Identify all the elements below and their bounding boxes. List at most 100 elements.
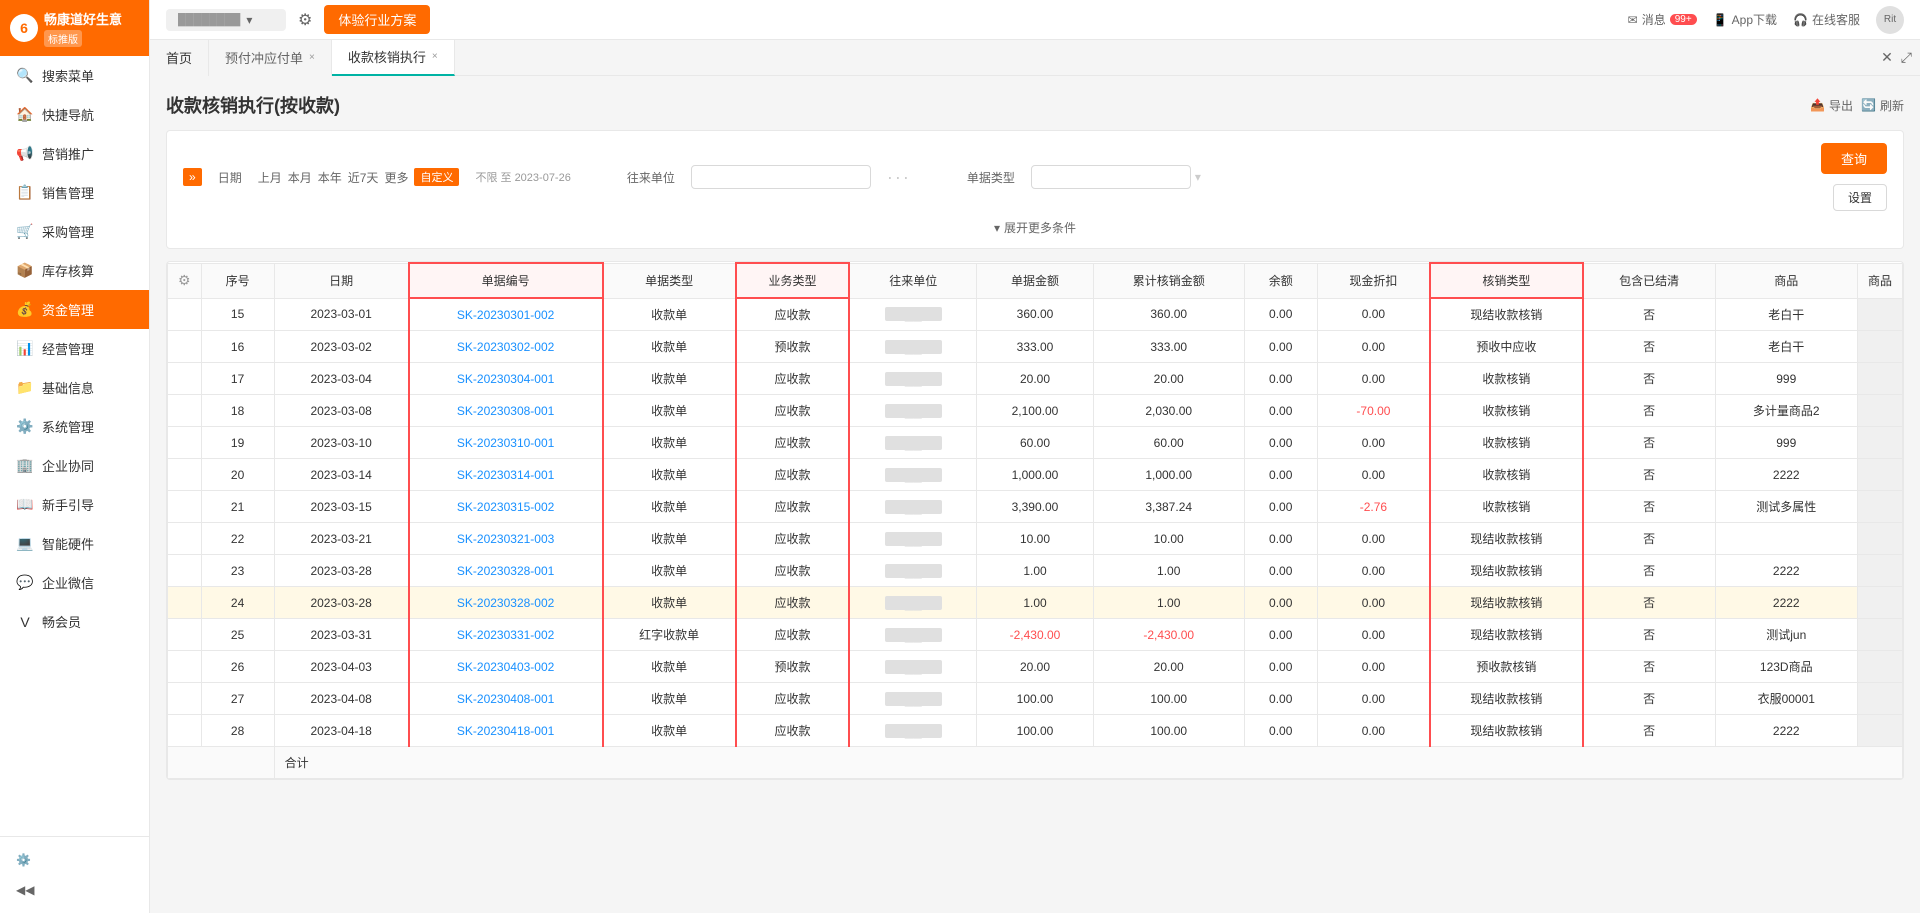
bill-no-link-6[interactable]: SK-20230315-002: [457, 500, 554, 514]
sidebar-item-wechat[interactable]: 💬企业微信: [0, 563, 149, 602]
bill-no-link-13[interactable]: SK-20230418-001: [457, 724, 554, 738]
cell-biz-type-8: 应收款: [736, 555, 850, 587]
cell-no-12: 27: [201, 683, 274, 715]
cell-partner-9: ██: [849, 587, 976, 619]
receipt-type-input[interactable]: [1031, 165, 1191, 189]
table-footer-row: 合计: [168, 747, 1903, 779]
bill-no-link-4[interactable]: SK-20230310-001: [457, 436, 554, 450]
sidebar-item-operations[interactable]: 📊经营管理: [0, 329, 149, 368]
workspace-selector[interactable]: ████████ ▾: [166, 9, 286, 31]
last-7days-btn[interactable]: 近7天: [348, 169, 379, 186]
sidebar-item-hardware[interactable]: 💻智能硬件: [0, 524, 149, 563]
cell-balance-5: 0.00: [1244, 459, 1317, 491]
receipt-type-filter-label: 单据类型: [967, 169, 1015, 186]
sidebar-item-basics[interactable]: 📁基础信息: [0, 368, 149, 407]
cell-amount-8: 1.00: [977, 555, 1093, 587]
sidebar-item-marketing[interactable]: 📢营销推广: [0, 134, 149, 173]
page-content: 收款核销执行(按收款) 📤 导出 🔄 刷新 » 日期 上月 本月: [150, 76, 1920, 913]
cell-date-5: 2023-03-14: [274, 459, 409, 491]
bill-no-link-10[interactable]: SK-20230331-002: [457, 628, 554, 642]
tab-close-collection[interactable]: ×: [432, 51, 438, 62]
cell-gear-3: [168, 395, 202, 427]
cell-gear-8: [168, 555, 202, 587]
bill-no-link-8[interactable]: SK-20230328-001: [457, 564, 554, 578]
bill-no-link-3[interactable]: SK-20230308-001: [457, 404, 554, 418]
bill-no-link-12[interactable]: SK-20230408-001: [457, 692, 554, 706]
sidebar-item-label-finance: 资金管理: [42, 300, 94, 319]
online-service-button[interactable]: 🎧 在线客服: [1793, 11, 1860, 28]
sidebar-item-system[interactable]: ⚙️系统管理: [0, 407, 149, 446]
bill-no-link-9[interactable]: SK-20230328-002: [457, 596, 554, 610]
user-avatar[interactable]: Rit: [1876, 6, 1904, 34]
table-row: 18 2023-03-08 SK-20230308-001 收款单 应收款 ██…: [168, 395, 1903, 427]
bill-no-link-5[interactable]: SK-20230314-001: [457, 468, 554, 482]
cell-balance-9: 0.00: [1244, 587, 1317, 619]
cell-bill-no-13: SK-20230418-001: [409, 715, 603, 747]
sidebar-nav: 🔍搜索菜单🏠快捷导航📢营销推广📋销售管理🛒采购管理📦库存核算💰资金管理📊经营管理…: [0, 56, 149, 641]
cell-cash-discount-4: 0.00: [1317, 427, 1430, 459]
tab-close-prepayment[interactable]: ×: [309, 52, 315, 63]
cell-written-off-13: 100.00: [1093, 715, 1244, 747]
sidebar-item-inventory[interactable]: 📦库存核算: [0, 251, 149, 290]
filter-settings-button[interactable]: 设置: [1833, 184, 1887, 211]
bill-no-link-1[interactable]: SK-20230302-002: [457, 340, 554, 354]
sidebar-collapse[interactable]: ◀◀: [0, 875, 149, 905]
sidebar-item-enterprise[interactable]: 🏢企业协同: [0, 446, 149, 485]
cell-amount-0: 360.00: [977, 298, 1093, 331]
cell-product2-2: [1857, 363, 1902, 395]
cell-product-0: 老白干: [1715, 298, 1857, 331]
filter-expand-button[interactable]: »: [183, 168, 202, 186]
sidebar-item-quicknav[interactable]: 🏠快捷导航: [0, 95, 149, 134]
cell-date-12: 2023-04-08: [274, 683, 409, 715]
cell-bill-no-11: SK-20230403-002: [409, 651, 603, 683]
industry-solution-button[interactable]: 体验行业方案: [324, 5, 430, 34]
sidebar-item-search[interactable]: 🔍搜索菜单: [0, 56, 149, 95]
cell-date-2: 2023-03-04: [274, 363, 409, 395]
expand-more-button[interactable]: ▾ 展开更多条件: [994, 219, 1076, 236]
cell-no-8: 23: [201, 555, 274, 587]
bill-no-link-2[interactable]: SK-20230304-001: [457, 372, 554, 386]
sidebar-item-finance[interactable]: 💰资金管理: [0, 290, 149, 329]
column-settings-icon[interactable]: ⚙: [178, 272, 191, 288]
sidebar-item-member[interactable]: V畅会员: [0, 602, 149, 641]
query-button[interactable]: 查询: [1821, 143, 1887, 174]
partner-input[interactable]: [691, 165, 871, 189]
cell-biz-type-10: 应收款: [736, 619, 850, 651]
this-month-btn[interactable]: 本月: [288, 169, 312, 186]
cell-partner-3: ██: [849, 395, 976, 427]
bill-no-link-11[interactable]: SK-20230403-002: [457, 660, 554, 674]
cell-product-4: 999: [1715, 427, 1857, 459]
table-row: 23 2023-03-28 SK-20230328-001 收款单 应收款 ██…: [168, 555, 1903, 587]
sidebar-item-guide[interactable]: 📖新手引导: [0, 485, 149, 524]
sidebar-item-label-operations: 经营管理: [42, 339, 94, 358]
sidebar-item-label-hardware: 智能硬件: [42, 534, 94, 553]
cell-date-0: 2023-03-01: [274, 298, 409, 331]
close-tab-button[interactable]: ✕: [1881, 49, 1893, 66]
tab-label-collection: 收款核销执行: [348, 47, 426, 66]
sidebar-settings[interactable]: ⚙️: [0, 845, 149, 875]
bill-no-link-7[interactable]: SK-20230321-003: [457, 532, 554, 546]
expand-tab-button[interactable]: ⤢: [1901, 49, 1912, 66]
message-button[interactable]: ✉ 消息 99+: [1628, 11, 1697, 28]
bill-no-link-0[interactable]: SK-20230301-002: [457, 308, 554, 322]
cell-biz-type-4: 应收款: [736, 427, 850, 459]
sidebar-item-sales[interactable]: 📋销售管理: [0, 173, 149, 212]
cell-amount-12: 100.00: [977, 683, 1093, 715]
filter-row: » 日期 上月 本月 本年 近7天 更多 自定义 不限 至 2023-07-26…: [183, 143, 1887, 211]
custom-date-btn[interactable]: 自定义: [414, 168, 459, 186]
last-month-btn[interactable]: 上月: [258, 169, 282, 186]
tab-home[interactable]: 首页: [150, 40, 209, 76]
this-year-btn[interactable]: 本年: [318, 169, 342, 186]
cell-no-4: 19: [201, 427, 274, 459]
tab-prepayment[interactable]: 预付冲应付单×: [209, 40, 332, 76]
settings-gear-icon[interactable]: ⚙: [298, 10, 312, 30]
cell-cash-discount-0: 0.00: [1317, 298, 1430, 331]
cell-biz-type-7: 应收款: [736, 523, 850, 555]
app-download-button[interactable]: 📱 App下载: [1713, 11, 1777, 28]
sidebar-item-purchase[interactable]: 🛒采购管理: [0, 212, 149, 251]
refresh-button[interactable]: 🔄 刷新: [1861, 97, 1904, 114]
export-button[interactable]: 📤 导出: [1810, 97, 1853, 114]
tab-collection[interactable]: 收款核销执行 ×: [332, 40, 455, 76]
cell-date-10: 2023-03-31: [274, 619, 409, 651]
more-date-btn[interactable]: 更多: [384, 169, 408, 186]
